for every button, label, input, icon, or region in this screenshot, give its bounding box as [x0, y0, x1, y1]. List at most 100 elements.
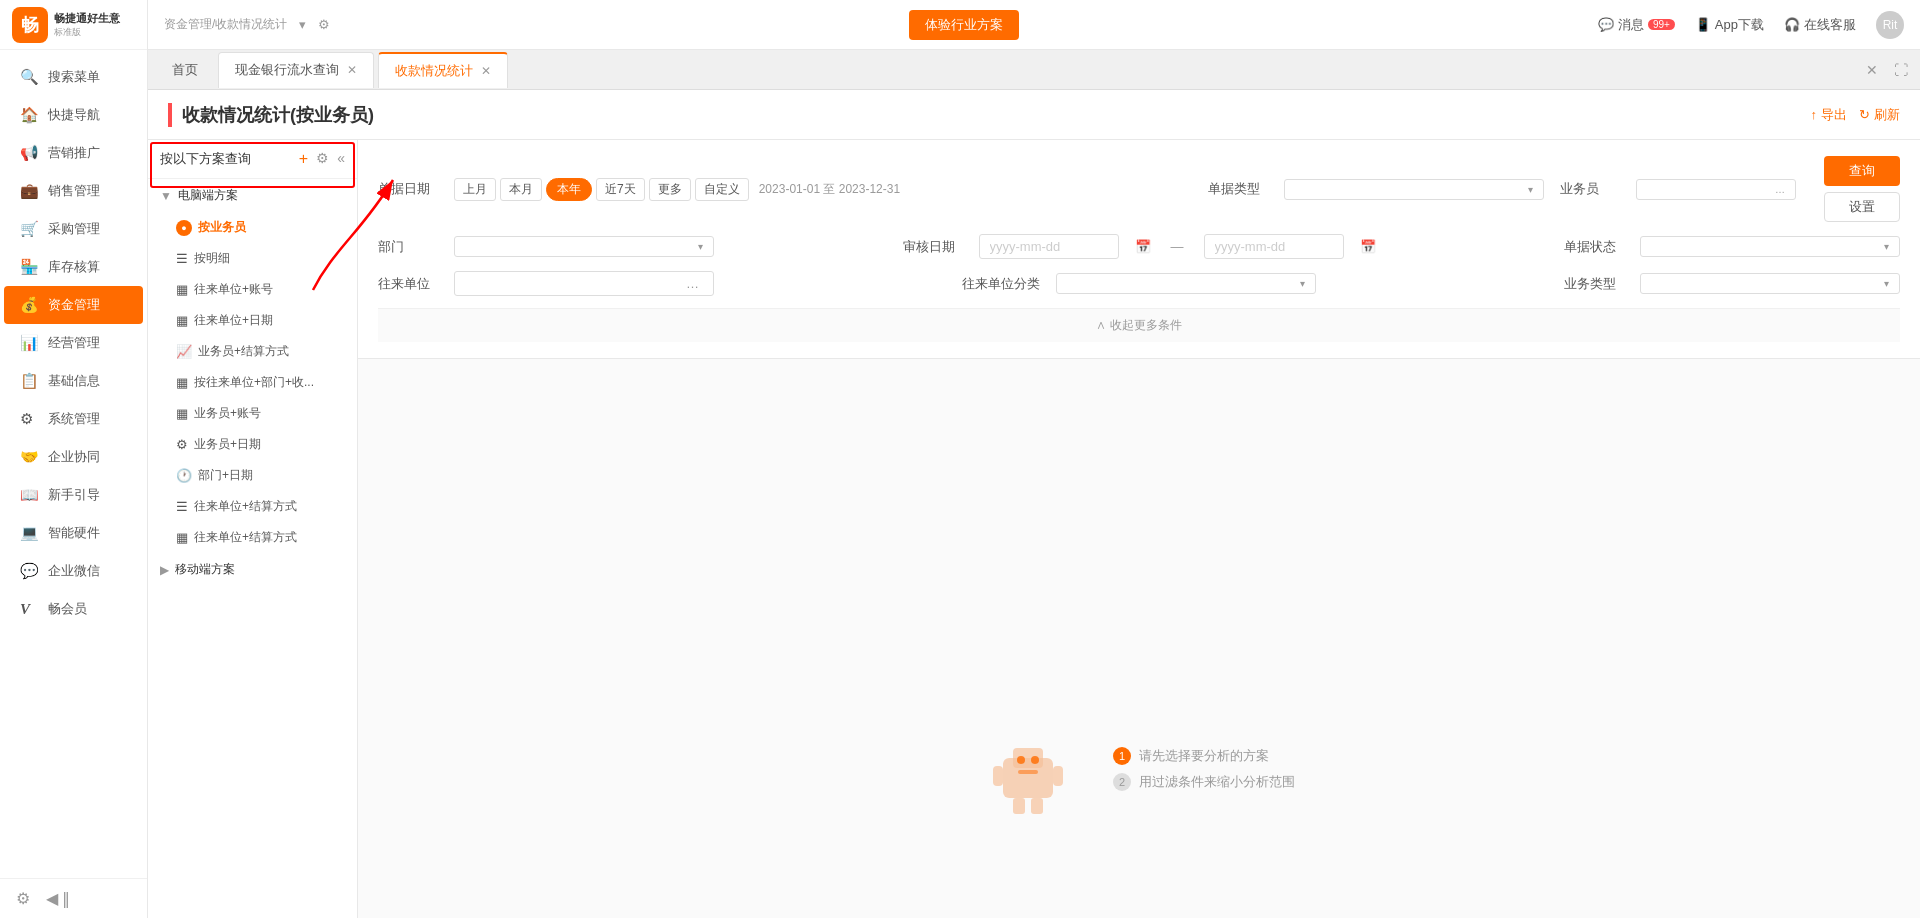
settings-button[interactable]: 设置: [1824, 192, 1900, 222]
sidebar-item-hardware[interactable]: 💻 智能硬件: [4, 514, 143, 552]
scheme-item-by-salesperson[interactable]: ● 按业务员: [148, 212, 357, 243]
scheme-item-unit-date[interactable]: ▦ 往来单位+日期: [148, 305, 357, 336]
empty-content: 1 请先选择要分析的方案 2 用过滤条件来缩小分析范围: [358, 359, 1920, 918]
review-date-from[interactable]: [979, 234, 1119, 259]
scheme-item-salesperson-account[interactable]: ▦ 业务员+账号: [148, 398, 357, 429]
sidebar-nav: 🔍 搜索菜单 🏠 快捷导航 📢 营销推广 💼 销售管理 🛒 采购管理 🏪 库存核…: [0, 50, 147, 878]
scheme-item-by-detail[interactable]: ☰ 按明细: [148, 243, 357, 274]
business-type-chevron: ▾: [1884, 278, 1889, 289]
review-date-label: 审核日期: [903, 238, 963, 256]
bill-status-select[interactable]: ▾: [1640, 236, 1900, 257]
bill-type-label: 单据类型: [1208, 180, 1268, 198]
sidebar-item-member[interactable]: V 畅会员: [4, 590, 143, 628]
scheme-item-unit-settlement2[interactable]: ▦ 往来单位+结算方式: [148, 522, 357, 553]
robot-svg: [983, 728, 1073, 818]
sidebar-item-guide[interactable]: 📖 新手引导: [4, 476, 143, 514]
scheme-item-unit-settlement1[interactable]: ☰ 往来单位+结算方式: [148, 491, 357, 522]
scheme-item-unit-dept[interactable]: ▦ 按往来单位+部门+收...: [148, 367, 357, 398]
tab-receipts-close-icon[interactable]: ✕: [481, 64, 491, 78]
calendar-to-icon[interactable]: 📅: [1360, 239, 1376, 254]
basic-icon: 📋: [20, 372, 40, 390]
sidebar-item-wechat[interactable]: 💬 企业微信: [4, 552, 143, 590]
sidebar-item-basic[interactable]: 📋 基础信息: [4, 362, 143, 400]
sidebar-label-sales: 销售管理: [48, 182, 100, 200]
sidebar-item-sales[interactable]: 💼 销售管理: [4, 172, 143, 210]
date-btn-this-month[interactable]: 本月: [500, 178, 542, 201]
sidebar-item-purchase[interactable]: 🛒 采购管理: [4, 210, 143, 248]
collapse-bar[interactable]: ∧ 收起更多条件: [378, 308, 1900, 342]
sidebar-item-search[interactable]: 🔍 搜索菜单: [4, 58, 143, 96]
scheme-group-mobile[interactable]: ▶ 移动端方案: [148, 553, 357, 586]
empty-illustration: [983, 728, 1073, 818]
online-support-item[interactable]: 🎧 在线客服: [1784, 16, 1856, 34]
scheme-item-dept-date[interactable]: 🕐 部门+日期: [148, 460, 357, 491]
date-btn-this-year[interactable]: 本年: [546, 178, 592, 201]
sidebar-item-enterprise[interactable]: 🤝 企业协同: [4, 438, 143, 476]
collapse-footer-icon[interactable]: ◀ ‖: [46, 889, 70, 908]
trial-button[interactable]: 体验行业方案: [909, 10, 1019, 40]
settings-footer-icon[interactable]: ⚙: [16, 889, 30, 908]
salesperson-icon: ●: [176, 220, 192, 236]
filter-row-2: 部门 ▾ 审核日期 📅 — 📅: [378, 234, 1900, 259]
tab-bank[interactable]: 现金银行流水查询 ✕: [218, 52, 374, 88]
salesperson-method-icon: 📈: [176, 344, 192, 359]
salesperson-select[interactable]: …: [1636, 179, 1796, 200]
date-label: 单据日期: [378, 180, 438, 198]
date-btn-more[interactable]: 更多: [649, 178, 691, 201]
scheme-item-salesperson-method[interactable]: 📈 业务员+结算方式: [148, 336, 357, 367]
group-label-mobile: 移动端方案: [175, 561, 235, 578]
dept-select[interactable]: ▾: [454, 236, 714, 257]
logo-text-area: 畅捷通好生意 标准版: [54, 11, 120, 39]
sidebar-item-capital[interactable]: 💰 资金管理: [4, 286, 143, 324]
group-mobile-expand-icon: ▶: [160, 563, 169, 577]
messages-label: 消息: [1618, 16, 1644, 34]
scheme-add-icon[interactable]: +: [299, 150, 308, 168]
app-download-item[interactable]: 📱 App下载: [1695, 16, 1764, 34]
tab-home[interactable]: 首页: [156, 52, 214, 88]
sidebar-item-marketing[interactable]: 📢 营销推广: [4, 134, 143, 172]
tab-maximize-icon[interactable]: ⛶: [1890, 58, 1912, 82]
wechat-icon: 💬: [20, 562, 40, 580]
refresh-button[interactable]: ↻ 刷新: [1859, 106, 1900, 124]
scheme-settings-icon[interactable]: ⚙: [316, 150, 329, 168]
sidebar-label-marketing: 营销推广: [48, 144, 100, 162]
sidebar-label-system: 系统管理: [48, 410, 100, 428]
bill-type-select[interactable]: ▾: [1284, 179, 1544, 200]
svg-rect-8: [1013, 798, 1025, 814]
scheme-collapse-icon[interactable]: «: [337, 150, 345, 168]
messages-item[interactable]: 💬 消息 99+: [1598, 16, 1675, 34]
user-avatar-item[interactable]: Rit: [1876, 11, 1904, 39]
sidebar-item-quicknav[interactable]: 🏠 快捷导航: [4, 96, 143, 134]
business-type-select[interactable]: ▾: [1640, 273, 1900, 294]
counterpart-select[interactable]: …: [454, 271, 714, 296]
date-btn-last-month[interactable]: 上月: [454, 178, 496, 201]
counterpart-category-select[interactable]: ▾: [1056, 273, 1316, 294]
export-label: 导出: [1821, 106, 1847, 124]
tab-bank-close-icon[interactable]: ✕: [347, 63, 357, 77]
tab-bank-label: 现金银行流水查询: [235, 61, 339, 79]
salesperson-chevron: …: [1775, 184, 1785, 195]
user-avatar: Rit: [1876, 11, 1904, 39]
calendar-from-icon[interactable]: 📅: [1135, 239, 1151, 254]
scheme-item-salesperson-date[interactable]: ⚙ 业务员+日期: [148, 429, 357, 460]
tab-receipts[interactable]: 收款情况统计 ✕: [378, 52, 508, 88]
date-btn-7days[interactable]: 近7天: [596, 178, 645, 201]
scheme-header-icons: + ⚙ «: [299, 150, 345, 168]
date-btn-custom[interactable]: 自定义: [695, 178, 749, 201]
counterpart-more-icon[interactable]: …: [686, 276, 699, 291]
sidebar-item-operations[interactable]: 📊 经营管理: [4, 324, 143, 362]
gear-button[interactable]: ⚙: [318, 17, 330, 32]
sidebar-item-system[interactable]: ⚙ 系统管理: [4, 400, 143, 438]
query-button[interactable]: 查询: [1824, 156, 1900, 186]
scheme-item-unit-account[interactable]: ▦ 往来单位+账号: [148, 274, 357, 305]
sidebar-item-inventory[interactable]: 🏪 库存核算: [4, 248, 143, 286]
tab-close-all-icon[interactable]: ✕: [1862, 58, 1882, 82]
content-area: 收款情况统计(按业务员) ↑ 导出 ↻ 刷新: [148, 90, 1920, 918]
top-header: 资金管理/收款情况统计 ▾ ⚙ 体验行业方案 💬 消息 99+ 📱 App下载 …: [148, 0, 1920, 50]
operations-icon: 📊: [20, 334, 40, 352]
review-date-to[interactable]: [1204, 234, 1344, 259]
page-actions: ↑ 导出 ↻ 刷新: [1811, 106, 1901, 124]
scheme-group-desktop[interactable]: ▼ 电脑端方案: [148, 179, 357, 212]
breadcrumb-dropdown-icon[interactable]: ▾: [299, 17, 306, 32]
export-button[interactable]: ↑ 导出: [1811, 106, 1848, 124]
